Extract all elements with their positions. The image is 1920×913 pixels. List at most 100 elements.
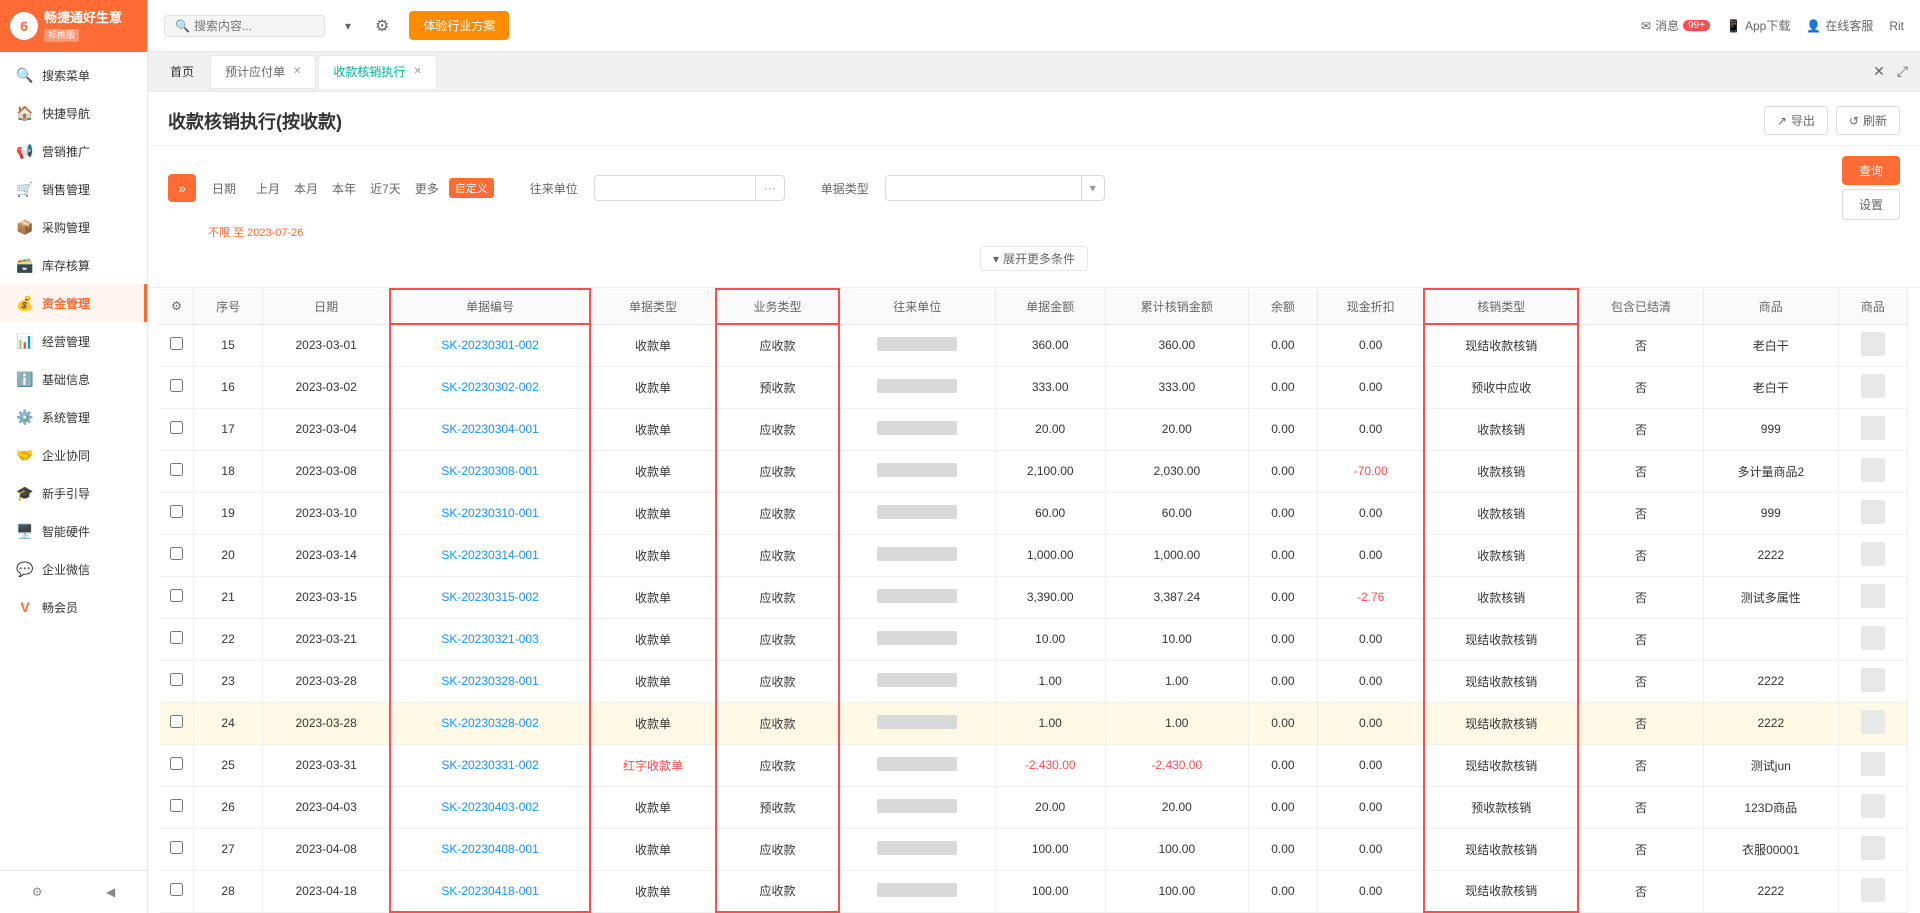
- filter-expand-button[interactable]: ▾ 展开更多条件: [980, 246, 1088, 271]
- sidebar-item-inventory[interactable]: 🗃️ 库存核算: [0, 246, 147, 284]
- app-download-button[interactable]: 📱 App下载: [1726, 17, 1790, 34]
- sidebar-menu: 🔍 搜索菜单 🏠 快捷导航 📢 营销推广 🛒 销售管理 📦 采购管理 🗃️ 库存…: [0, 52, 147, 870]
- filter-date-7days[interactable]: 近7天: [366, 178, 405, 199]
- th-cumulative: 累计核销金额: [1105, 289, 1248, 324]
- row-checkbox[interactable]: [170, 673, 183, 686]
- filter-toggle-button[interactable]: »: [168, 174, 196, 202]
- tab-collection-close[interactable]: ✕: [413, 66, 421, 77]
- message-badge: 99+: [1683, 20, 1710, 31]
- row-checkbox[interactable]: [170, 547, 183, 560]
- tab-prepay-close[interactable]: ✕: [293, 66, 301, 77]
- row-checkbox[interactable]: [170, 463, 183, 476]
- sidebar-item-finance[interactable]: 💰 资金管理: [0, 284, 147, 322]
- sidebar-item-member[interactable]: V 畅会员: [0, 588, 147, 626]
- filter-query-button[interactable]: 查询: [1842, 156, 1900, 185]
- row-checkbox[interactable]: [170, 883, 183, 896]
- table-cell: 收款单: [590, 786, 716, 828]
- tab-prepay-label: 预计应付单: [225, 63, 285, 80]
- table-cell: -2,430.00: [1105, 744, 1248, 786]
- tab-collection[interactable]: 收款核销执行 ✕: [318, 55, 436, 89]
- sidebar-item-sales[interactable]: 🛒 销售管理: [0, 170, 147, 208]
- voucher-link[interactable]: SK-20230328-001: [441, 674, 538, 688]
- filter-partner-dots[interactable]: ···: [755, 176, 784, 200]
- filter-setting-button[interactable]: 设置: [1842, 189, 1900, 220]
- sidebar-item-quick-nav[interactable]: 🏠 快捷导航: [0, 94, 147, 132]
- export-button[interactable]: ↗ 导出: [1764, 106, 1828, 135]
- sidebar-item-system[interactable]: ⚙️ 系统管理: [0, 398, 147, 436]
- table-cell: [1838, 786, 1907, 828]
- voucher-link[interactable]: SK-20230418-001: [441, 884, 538, 898]
- sidebar-item-corp[interactable]: 🤝 企业协同: [0, 436, 147, 474]
- tab-prepay[interactable]: 预计应付单 ✕: [210, 55, 316, 89]
- table-cell: 收款单: [590, 324, 716, 366]
- solution-button[interactable]: 体验行业方案: [409, 11, 509, 40]
- table-cell: [839, 744, 995, 786]
- tab-close-button[interactable]: ✕: [1869, 59, 1889, 84]
- voucher-link[interactable]: SK-20230302-002: [441, 380, 538, 394]
- row-checkbox[interactable]: [170, 379, 183, 392]
- row-checkbox[interactable]: [170, 421, 183, 434]
- inventory-icon: 🗃️: [16, 256, 34, 274]
- row-checkbox[interactable]: [170, 799, 183, 812]
- sidebar-item-purchase[interactable]: 📦 采购管理: [0, 208, 147, 246]
- topbar-search-wrap: 🔍: [164, 15, 325, 37]
- table-cell: [839, 828, 995, 870]
- online-service-button[interactable]: 👤 在线客服: [1806, 17, 1873, 34]
- voucher-link[interactable]: SK-20230321-003: [441, 632, 538, 646]
- sidebar-item-marketing[interactable]: 📢 营销推广: [0, 132, 147, 170]
- sidebar-collapse-button[interactable]: ◀: [100, 879, 121, 905]
- sidebar-item-hardware[interactable]: 🖥️ 智能硬件: [0, 512, 147, 550]
- table-cell: [160, 534, 194, 576]
- table-cell: SK-20230315-002: [390, 576, 590, 618]
- table-cell: 应收款: [716, 408, 839, 450]
- filter-custom-button[interactable]: 自定义: [449, 178, 494, 198]
- voucher-link[interactable]: SK-20230301-002: [441, 338, 538, 352]
- tab-expand-button[interactable]: ⤢: [1893, 59, 1912, 84]
- filter-partner-input[interactable]: [595, 176, 755, 200]
- row-checkbox[interactable]: [170, 715, 183, 728]
- topbar-dropdown-button[interactable]: ▾: [337, 15, 359, 37]
- filter-date-last-month[interactable]: 上月: [252, 178, 284, 199]
- logo-icon: 6: [10, 12, 38, 40]
- message-button[interactable]: ✉ 消息 99+: [1641, 17, 1710, 34]
- sidebar-item-operation[interactable]: 📊 经营管理: [0, 322, 147, 360]
- voucher-link[interactable]: SK-20230403-002: [441, 800, 538, 814]
- table-cell: 应收款: [716, 618, 839, 660]
- sidebar-settings-button[interactable]: ⚙: [26, 879, 49, 905]
- row-checkbox[interactable]: [170, 631, 183, 644]
- table-cell: 否: [1578, 744, 1703, 786]
- tab-home[interactable]: 首页: [156, 55, 208, 89]
- row-checkbox[interactable]: [170, 589, 183, 602]
- row-checkbox[interactable]: [170, 505, 183, 518]
- sidebar-item-wechat[interactable]: 💬 企业微信: [0, 550, 147, 588]
- sidebar-item-guide[interactable]: 🎓 新手引导: [0, 474, 147, 512]
- voucher-link[interactable]: SK-20230314-001: [441, 548, 538, 562]
- voucher-link[interactable]: SK-20230328-002: [441, 716, 538, 730]
- filter-date-more[interactable]: 更多: [411, 178, 443, 199]
- row-checkbox[interactable]: [170, 841, 183, 854]
- table-cell: [1838, 828, 1907, 870]
- voucher-link[interactable]: SK-20230315-002: [441, 590, 538, 604]
- sidebar-item-search[interactable]: 🔍 搜索菜单: [0, 56, 147, 94]
- topbar-search-input[interactable]: [194, 19, 314, 33]
- voucher-link[interactable]: SK-20230310-001: [441, 506, 538, 520]
- table-cell: 否: [1578, 408, 1703, 450]
- user-name[interactable]: Rit: [1889, 19, 1904, 33]
- voucher-link[interactable]: SK-20230304-001: [441, 422, 538, 436]
- topbar-right: ✉ 消息 99+ 📱 App下载 👤 在线客服 Rit: [1641, 17, 1904, 34]
- row-checkbox[interactable]: [170, 337, 183, 350]
- table-settings-header[interactable]: ⚙: [160, 289, 194, 324]
- refresh-button[interactable]: ↺ 刷新: [1836, 106, 1900, 135]
- table-cell: 0.00: [1248, 870, 1317, 912]
- voucher-link[interactable]: SK-20230331-002: [441, 758, 538, 772]
- voucher-link[interactable]: SK-20230308-001: [441, 464, 538, 478]
- table-cell: 0.00: [1318, 744, 1425, 786]
- filter-voucher-type-input[interactable]: [886, 176, 1081, 200]
- filter-date-this-year[interactable]: 本年: [328, 178, 360, 199]
- table-cell: [160, 618, 194, 660]
- filter-date-this-month[interactable]: 本月: [290, 178, 322, 199]
- row-checkbox[interactable]: [170, 757, 183, 770]
- sidebar-item-basic[interactable]: ℹ️ 基础信息: [0, 360, 147, 398]
- voucher-link[interactable]: SK-20230408-001: [441, 842, 538, 856]
- topbar-gear-button[interactable]: ⚙: [371, 12, 393, 40]
